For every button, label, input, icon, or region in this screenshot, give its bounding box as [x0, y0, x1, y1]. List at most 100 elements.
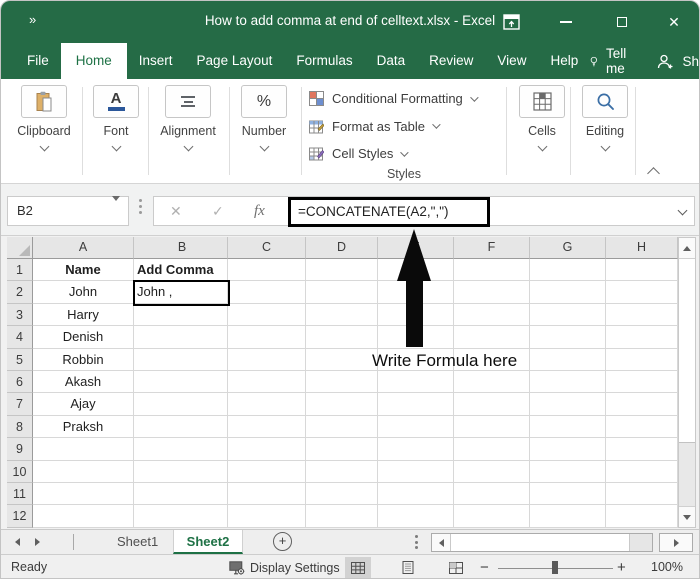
cell[interactable] — [33, 505, 134, 528]
cell[interactable] — [454, 281, 530, 304]
cell[interactable] — [228, 281, 306, 304]
row-header[interactable]: 9 — [7, 438, 33, 461]
cell[interactable]: Robbin — [33, 348, 134, 372]
column-header-d[interactable]: D — [306, 237, 378, 259]
conditional-formatting-button[interactable]: Conditional Formatting — [309, 85, 505, 113]
cell[interactable] — [530, 348, 606, 372]
cell[interactable] — [228, 415, 306, 439]
cell[interactable]: Ajay — [33, 393, 134, 416]
ribbon-display-options-button[interactable] — [496, 9, 526, 35]
row-header[interactable]: 5 — [7, 348, 33, 372]
scroll-down-button[interactable] — [679, 506, 695, 527]
cell[interactable] — [306, 303, 378, 327]
cell[interactable] — [530, 259, 606, 282]
cell[interactable] — [134, 326, 228, 349]
column-header-g[interactable]: G — [530, 237, 606, 259]
cell[interactable] — [134, 348, 228, 372]
scroll-right-button[interactable] — [659, 533, 693, 552]
cell[interactable] — [606, 483, 678, 506]
cell[interactable] — [306, 348, 378, 372]
tab-data[interactable]: Data — [365, 43, 418, 79]
minimize-button[interactable] — [551, 9, 581, 35]
cell[interactable] — [228, 393, 306, 416]
select-all-corner[interactable] — [7, 237, 33, 259]
cell[interactable] — [378, 393, 454, 416]
cell[interactable] — [306, 281, 378, 304]
scroll-left-button[interactable] — [432, 534, 451, 551]
row-header[interactable]: 11 — [7, 483, 33, 506]
chevron-down-icon[interactable] — [183, 141, 193, 152]
chevron-down-icon[interactable] — [39, 141, 49, 152]
horizontal-scrollbar[interactable] — [431, 533, 653, 552]
cell[interactable] — [606, 460, 678, 484]
row-header[interactable]: 10 — [7, 460, 33, 484]
cell[interactable] — [530, 415, 606, 439]
scroll-up-button[interactable] — [679, 238, 695, 259]
tab-insert[interactable]: Insert — [127, 43, 185, 79]
name-box-dropdown-icon[interactable] — [112, 196, 120, 201]
cells-button[interactable] — [519, 85, 565, 118]
tab-bar-resize-handle[interactable] — [415, 535, 418, 549]
cell[interactable] — [33, 483, 134, 506]
cell[interactable] — [228, 505, 306, 528]
cell[interactable] — [134, 393, 228, 416]
number-button[interactable]: % — [241, 85, 287, 118]
cell[interactable] — [530, 371, 606, 394]
row-header[interactable]: 1 — [7, 259, 33, 282]
column-header-f[interactable]: F — [454, 237, 530, 259]
cell[interactable] — [606, 348, 678, 372]
cell[interactable] — [606, 393, 678, 416]
cancel-button[interactable]: ✕ — [170, 197, 182, 225]
cell[interactable] — [530, 303, 606, 327]
editing-button[interactable] — [582, 85, 628, 118]
font-button[interactable]: A — [93, 85, 139, 118]
cell[interactable] — [530, 483, 606, 506]
tab-page-layout[interactable]: Page Layout — [185, 43, 285, 79]
cell[interactable] — [228, 371, 306, 394]
tab-help[interactable]: Help — [538, 43, 590, 79]
cell[interactable]: Akash — [33, 371, 134, 394]
tab-file[interactable]: File — [15, 43, 61, 79]
cell[interactable]: Harry — [33, 303, 134, 327]
chevron-down-icon[interactable] — [111, 141, 121, 152]
column-header-h[interactable]: H — [606, 237, 678, 259]
cell[interactable] — [530, 393, 606, 416]
maximize-button[interactable] — [607, 9, 637, 35]
row-header[interactable]: 6 — [7, 371, 33, 394]
cell[interactable] — [134, 438, 228, 461]
cell[interactable] — [378, 371, 454, 394]
cell[interactable] — [228, 326, 306, 349]
cell[interactable] — [530, 438, 606, 461]
cell[interactable] — [378, 438, 454, 461]
cell[interactable] — [454, 483, 530, 506]
enter-button[interactable]: ✓ — [212, 197, 224, 225]
cell[interactable] — [228, 460, 306, 484]
row-header[interactable]: 7 — [7, 393, 33, 416]
row-header[interactable]: 2 — [7, 281, 33, 304]
cell[interactable] — [606, 326, 678, 349]
cell[interactable] — [454, 415, 530, 439]
clipboard-button[interactable] — [21, 85, 67, 118]
normal-view-button[interactable] — [345, 557, 371, 578]
cell[interactable] — [306, 259, 378, 282]
row-header[interactable]: 12 — [7, 505, 33, 528]
cell[interactable] — [606, 438, 678, 461]
selected-cell[interactable]: John , — [134, 281, 228, 304]
cell[interactable] — [134, 415, 228, 439]
sheet-tab-sheet2[interactable]: Sheet2 — [173, 530, 243, 554]
cell-styles-button[interactable]: Cell Styles — [309, 140, 505, 168]
cell[interactable] — [306, 505, 378, 528]
cell[interactable] — [378, 483, 454, 506]
chevron-down-icon[interactable] — [600, 141, 610, 152]
cell[interactable]: Add Comma — [134, 259, 228, 282]
cell[interactable] — [33, 438, 134, 461]
vertical-scrollbar-thumb[interactable] — [679, 259, 695, 443]
collapse-ribbon-chevron-icon[interactable] — [647, 167, 660, 180]
zoom-in-button[interactable]: + — [617, 555, 626, 578]
cell[interactable] — [606, 303, 678, 327]
cell[interactable] — [530, 326, 606, 349]
cell[interactable] — [306, 460, 378, 484]
prev-sheet-icon[interactable] — [15, 538, 20, 546]
next-sheet-icon[interactable] — [35, 538, 40, 546]
chevron-down-icon[interactable] — [537, 141, 547, 152]
